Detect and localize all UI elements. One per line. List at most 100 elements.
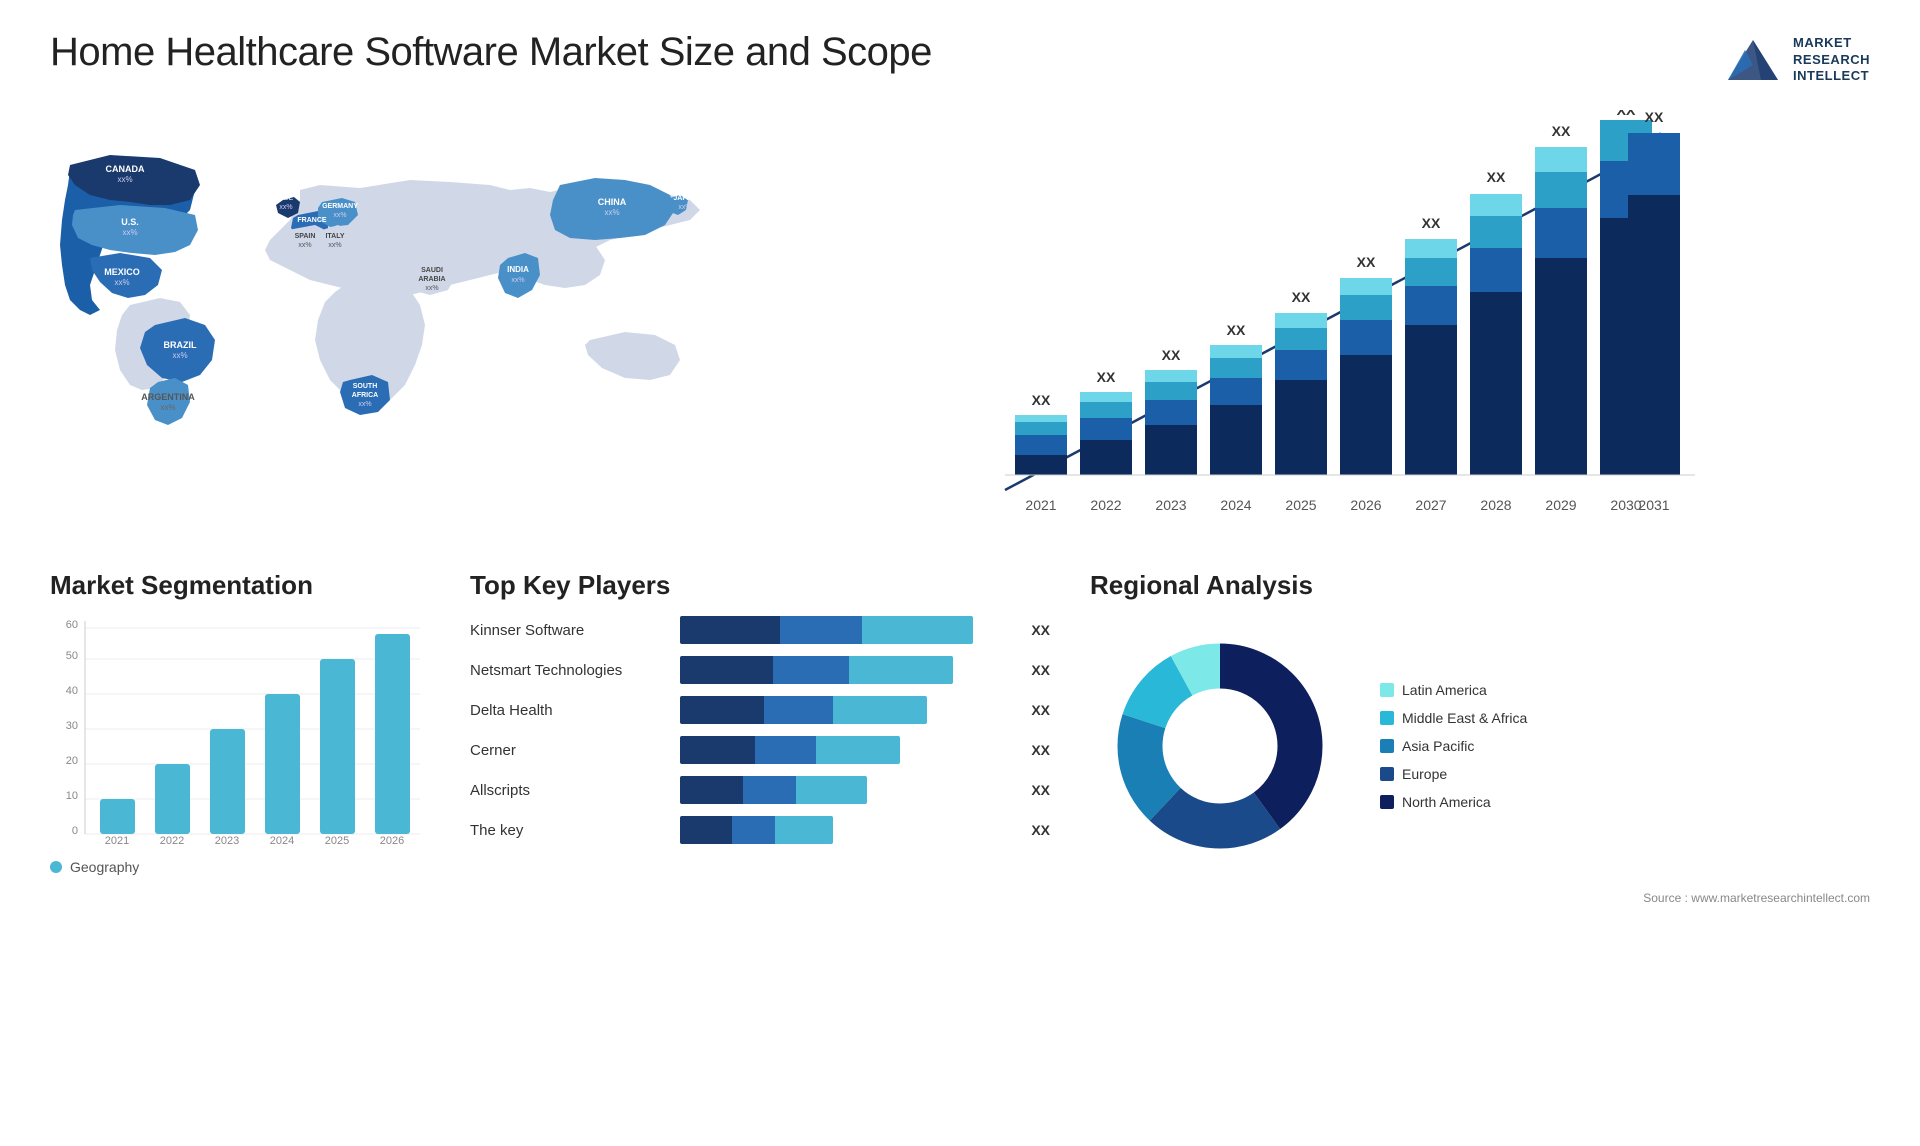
svg-text:2024: 2024: [270, 835, 294, 846]
svg-text:xx%: xx%: [678, 204, 691, 211]
player-val: XX: [1031, 702, 1050, 718]
svg-text:2021: 2021: [1025, 497, 1056, 513]
svg-text:xx%: xx%: [333, 212, 346, 219]
svg-text:xx%: xx%: [305, 226, 318, 233]
svg-text:CANADA: CANADA: [106, 164, 145, 174]
svg-text:XX: XX: [1292, 289, 1311, 305]
player-row: Kinnser Software XX: [470, 616, 1050, 644]
svg-text:xx%: xx%: [328, 242, 341, 249]
player-row: Delta Health XX: [470, 696, 1050, 724]
legend-label-apac: Asia Pacific: [1402, 738, 1474, 754]
player-bar: [680, 656, 953, 684]
page-title: Home Healthcare Software Market Size and…: [50, 30, 932, 75]
legend-dot-latin: [1380, 683, 1394, 697]
seg-legend-label: Geography: [70, 859, 139, 875]
svg-text:2025: 2025: [1285, 497, 1316, 513]
svg-text:xx%: xx%: [160, 403, 175, 412]
svg-text:XX: XX: [1552, 123, 1571, 139]
source-text: Source : www.marketresearchintellect.com: [1090, 891, 1870, 905]
player-bar: [680, 696, 927, 724]
segmentation-title: Market Segmentation: [50, 570, 430, 601]
segmentation-legend: Geography: [50, 859, 430, 875]
svg-text:ARABIA: ARABIA: [418, 276, 445, 283]
regional-legend: Latin America Middle East & Africa Asia …: [1380, 682, 1527, 810]
svg-text:xx%: xx%: [172, 351, 187, 360]
svg-text:ITALY: ITALY: [325, 233, 344, 240]
svg-text:2030: 2030: [1610, 497, 1641, 513]
svg-text:GERMANY: GERMANY: [322, 203, 358, 210]
svg-text:2026: 2026: [380, 835, 404, 846]
player-name: The key: [470, 822, 670, 839]
svg-text:xx%: xx%: [122, 228, 137, 237]
player-bar: [680, 776, 867, 804]
svg-text:XX: XX: [1032, 392, 1051, 408]
legend-item-na: North America: [1380, 794, 1527, 810]
player-name: Allscripts: [470, 782, 670, 799]
svg-text:SOUTH: SOUTH: [353, 383, 378, 390]
svg-text:XX: XX: [1487, 169, 1506, 185]
svg-text:xx%: xx%: [298, 242, 311, 249]
player-bar-wrapper: [680, 736, 1013, 764]
svg-text:U.K.: U.K.: [279, 195, 293, 202]
player-name: Delta Health: [470, 702, 670, 719]
player-val: XX: [1031, 782, 1050, 798]
bottom-section: Market Segmentation 0 10 20 30 40 50 60: [50, 570, 1870, 905]
svg-text:20: 20: [66, 755, 78, 767]
svg-text:INDIA: INDIA: [507, 265, 529, 274]
svg-text:40: 40: [66, 685, 78, 697]
svg-text:xx%: xx%: [604, 208, 619, 217]
player-bar: [680, 736, 900, 764]
svg-text:XX: XX: [1357, 254, 1376, 270]
segmentation-section: Market Segmentation 0 10 20 30 40 50 60: [50, 570, 430, 875]
bar-chart-svg: XX 2021 XX 2022 XX 2023: [770, 110, 1870, 540]
legend-item-latin: Latin America: [1380, 682, 1527, 698]
svg-text:XX: XX: [1227, 322, 1246, 338]
svg-text:AFRICA: AFRICA: [352, 392, 378, 399]
legend-dot-mea: [1380, 711, 1394, 725]
regional-pie-area: Latin America Middle East & Africa Asia …: [1090, 616, 1870, 876]
svg-text:2028: 2028: [1480, 497, 1511, 513]
svg-text:XX: XX: [1162, 347, 1181, 363]
player-bar-wrapper: [680, 816, 1013, 844]
legend-label-latin: Latin America: [1402, 682, 1487, 698]
svg-text:xx%: xx%: [511, 277, 524, 284]
regional-pie-chart: [1090, 616, 1350, 876]
svg-text:XX: XX: [1645, 110, 1664, 125]
player-row: Cerner XX: [470, 736, 1050, 764]
svg-text:2023: 2023: [1155, 497, 1186, 513]
svg-text:ARGENTINA: ARGENTINA: [141, 392, 195, 402]
svg-text:2026: 2026: [1350, 497, 1381, 513]
svg-text:2023: 2023: [215, 835, 239, 846]
svg-text:xx%: xx%: [117, 175, 132, 184]
bar-chart-container: XX 2021 XX 2022 XX 2023: [770, 110, 1870, 540]
player-row: Allscripts XX: [470, 776, 1050, 804]
legend-item-europe: Europe: [1380, 766, 1527, 782]
svg-text:2029: 2029: [1545, 497, 1576, 513]
player-name: Netsmart Technologies: [470, 662, 670, 679]
svg-text:0: 0: [72, 825, 78, 837]
svg-text:xx%: xx%: [279, 204, 292, 211]
legend-item-apac: Asia Pacific: [1380, 738, 1527, 754]
svg-text:2021: 2021: [105, 835, 129, 846]
key-players-section: Top Key Players Kinnser Software XX: [470, 570, 1050, 844]
svg-text:U.S.: U.S.: [121, 217, 139, 227]
svg-text:SPAIN: SPAIN: [295, 233, 316, 240]
player-val: XX: [1031, 622, 1050, 638]
svg-text:BRAZIL: BRAZIL: [164, 340, 197, 350]
svg-text:xx%: xx%: [425, 285, 438, 292]
svg-text:JAPAN: JAPAN: [673, 195, 696, 202]
player-bar-wrapper: [680, 616, 1013, 644]
svg-text:SAUDI: SAUDI: [421, 267, 443, 274]
svg-text:xx%: xx%: [358, 401, 371, 408]
segmentation-chart: 0 10 20 30 40 50 60 2021: [50, 616, 430, 846]
key-players-bars: Kinnser Software XX Netsmart Technologie…: [470, 616, 1050, 844]
key-players-title: Top Key Players: [470, 570, 1050, 601]
player-name: Cerner: [470, 742, 670, 759]
world-map-svg: CANADA xx% U.S. xx% MEXICO xx% BRAZIL xx…: [50, 110, 730, 540]
player-bar: [680, 616, 973, 644]
regional-title: Regional Analysis: [1090, 570, 1870, 601]
svg-text:MEXICO: MEXICO: [104, 267, 140, 277]
legend-item-mea: Middle East & Africa: [1380, 710, 1527, 726]
svg-text:2031: 2031: [1638, 497, 1669, 513]
legend-dot-apac: [1380, 739, 1394, 753]
